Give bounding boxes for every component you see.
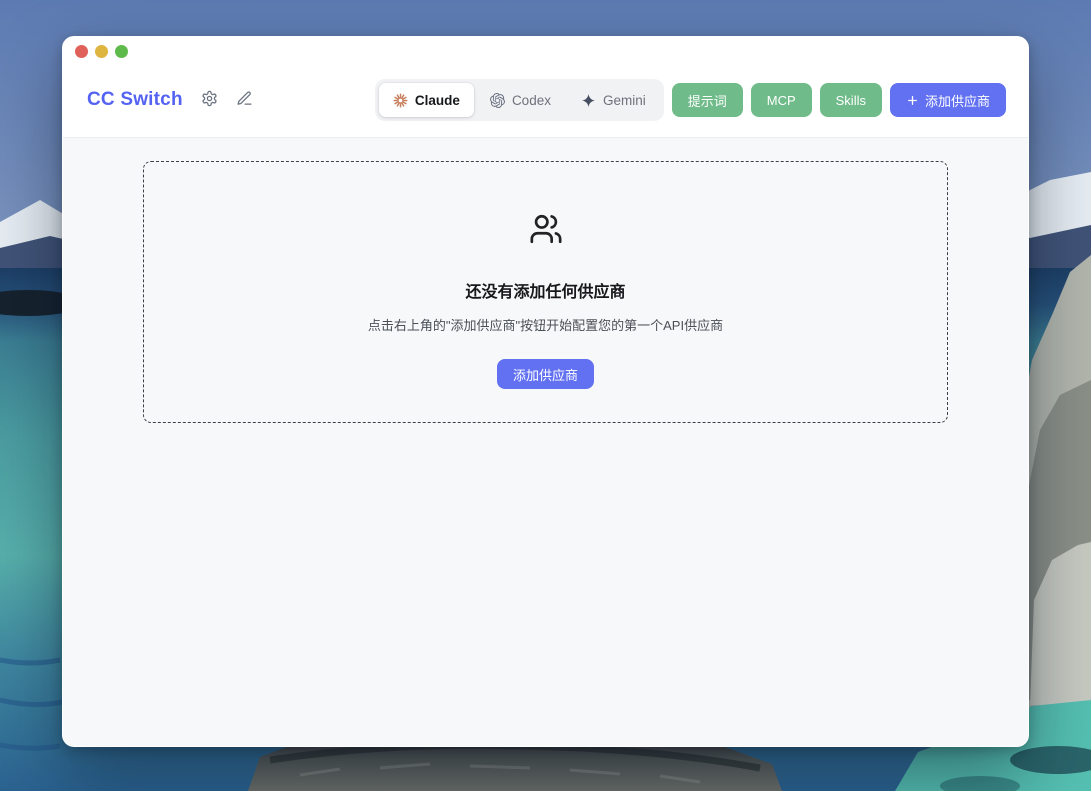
tab-claude[interactable]: Claude <box>379 83 474 117</box>
tab-gemini[interactable]: Gemini <box>567 83 660 117</box>
button-label: MCP <box>767 93 796 108</box>
skills-button[interactable]: Skills <box>820 83 882 117</box>
add-provider-button[interactable]: 添加供应商 <box>890 83 1006 117</box>
tab-label: Claude <box>415 93 460 108</box>
titlebar <box>63 37 1028 63</box>
settings-button[interactable] <box>201 90 218 110</box>
tab-label: Codex <box>512 93 551 108</box>
close-button[interactable] <box>75 45 88 58</box>
tab-codex[interactable]: Codex <box>476 83 565 117</box>
brand-group: CC Switch <box>87 89 253 111</box>
button-label: 添加供应商 <box>925 91 990 110</box>
empty-state-title: 还没有添加任何供应商 <box>465 278 625 302</box>
button-label: 提示词 <box>688 91 727 110</box>
empty-state-subtitle: 点击右上角的"添加供应商"按钮开始配置您的第一个API供应商 <box>368 315 723 334</box>
header-actions: Claude Codex Gemin <box>375 79 1006 121</box>
prompts-button[interactable]: 提示词 <box>672 83 743 117</box>
app-window: CC Switch <box>62 36 1029 747</box>
claude-spark-icon <box>393 93 408 108</box>
pen-icon <box>236 90 253 110</box>
app-title: CC Switch <box>87 89 183 111</box>
mcp-button[interactable]: MCP <box>751 83 812 117</box>
tab-label: Gemini <box>603 93 646 108</box>
users-icon <box>529 212 563 246</box>
empty-add-provider-button[interactable]: 添加供应商 <box>497 359 594 389</box>
main-content: 还没有添加任何供应商 点击右上角的"添加供应商"按钮开始配置您的第一个API供应… <box>63 138 1028 747</box>
empty-state-card: 还没有添加任何供应商 点击右上角的"添加供应商"按钮开始配置您的第一个API供应… <box>143 161 948 423</box>
app-header: CC Switch <box>63 63 1028 138</box>
app-switcher-tabs: Claude Codex Gemin <box>375 79 664 121</box>
openai-icon <box>490 93 505 108</box>
plus-icon <box>906 94 919 107</box>
minimize-button[interactable] <box>95 45 108 58</box>
edit-button[interactable] <box>236 90 253 110</box>
button-label: Skills <box>836 93 866 108</box>
gemini-sparkle-icon <box>581 93 596 108</box>
zoom-button[interactable] <box>115 45 128 58</box>
gear-icon <box>201 90 218 110</box>
